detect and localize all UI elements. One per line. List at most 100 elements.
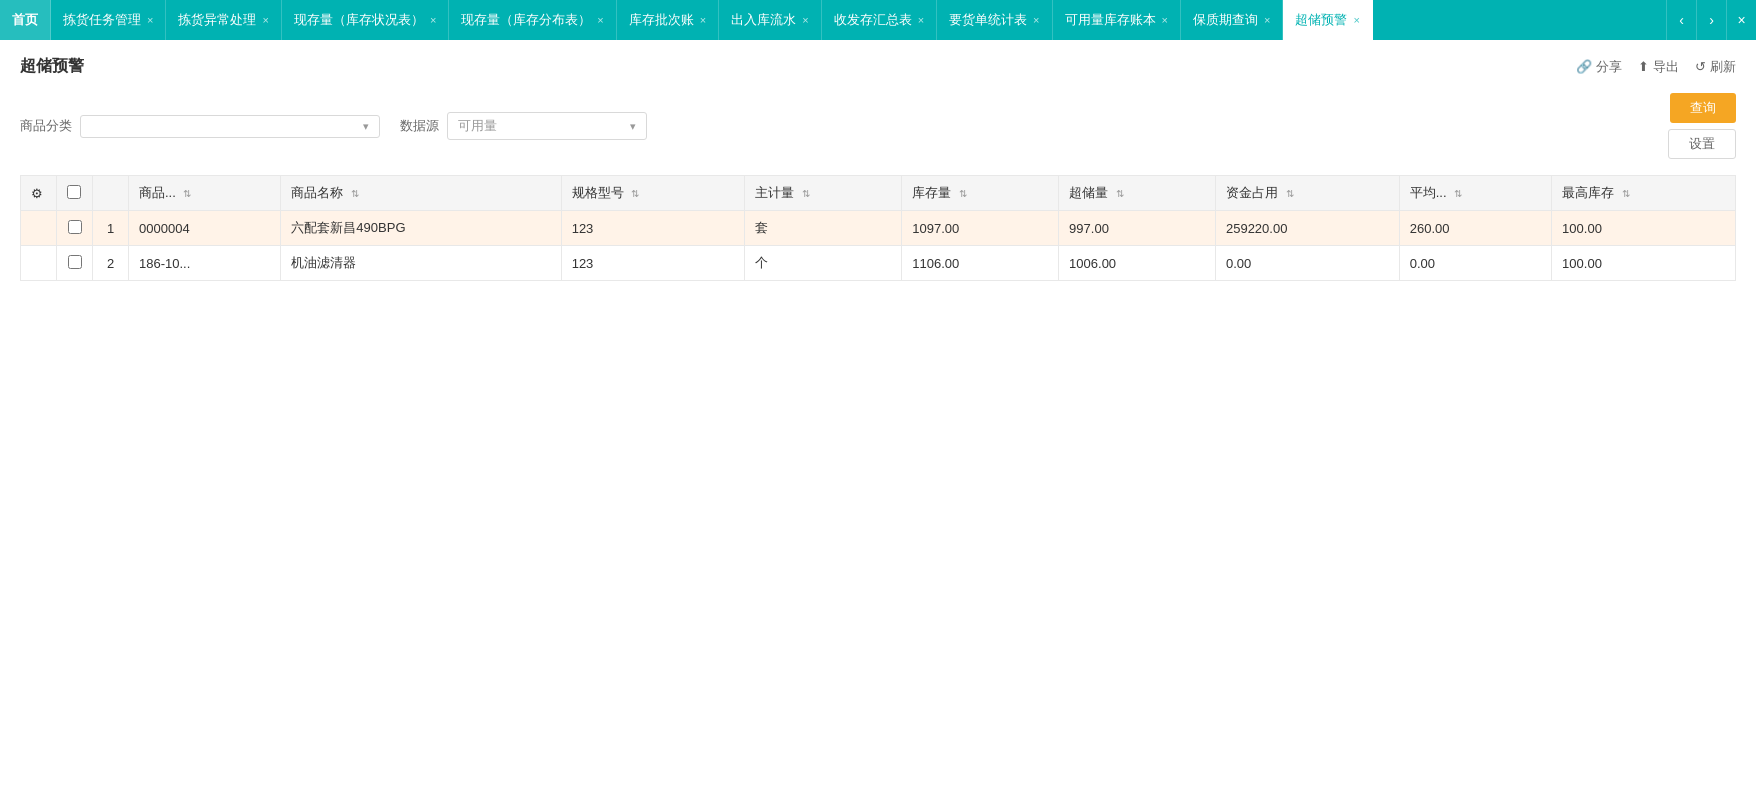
export-button[interactable]: ⬆ 导出 xyxy=(1638,58,1679,76)
filter-buttons: 查询 设置 xyxy=(1668,93,1736,159)
num-column-header xyxy=(93,176,129,211)
row-product-code: 0000004 xyxy=(129,211,281,246)
nav-tab-6[interactable]: 出入库流水 × xyxy=(719,0,821,40)
share-icon: 🔗 xyxy=(1576,59,1592,74)
datasource-select-value: 可用量 xyxy=(458,117,497,135)
nav-tab-4[interactable]: 现存量（库存分布表） × xyxy=(449,0,616,40)
row-avg: 260.00 xyxy=(1399,211,1551,246)
row-product-name: 六配套新昌490BPG xyxy=(281,211,561,246)
row-checkbox-cell[interactable] xyxy=(57,211,93,246)
page-content: 超储预警 🔗 分享 ⬆ 导出 ↺ 刷新 商品分类 ▾ 数据源 xyxy=(0,40,1756,800)
row-spec: 123 xyxy=(561,246,745,281)
row-number: 1 xyxy=(93,211,129,246)
row-checkbox[interactable] xyxy=(68,220,82,234)
sort-icon: ⇅ xyxy=(183,188,191,199)
close-icon[interactable]: × xyxy=(1033,14,1039,26)
nav-arrows: ‹ › × xyxy=(1666,0,1756,40)
close-icon[interactable]: × xyxy=(430,14,436,26)
nav-tab-active[interactable]: 超储预警 × xyxy=(1283,0,1372,40)
category-select[interactable]: ▾ xyxy=(80,115,380,138)
sort-icon: ⇅ xyxy=(351,188,359,199)
row-stock: 1106.00 xyxy=(902,246,1059,281)
nav-tab-5[interactable]: 库存批次账 × xyxy=(617,0,719,40)
datasource-select[interactable]: 可用量 ▾ xyxy=(447,112,647,140)
close-icon[interactable]: × xyxy=(597,14,603,26)
chevron-down-icon: ▾ xyxy=(630,120,636,133)
row-product-name: 机油滤清器 xyxy=(281,246,561,281)
sort-icon: ⇅ xyxy=(802,188,810,199)
datasource-filter-group: 数据源 可用量 ▾ xyxy=(400,112,647,140)
close-icon[interactable]: × xyxy=(1264,14,1270,26)
data-table: ⚙ 商品... ⇅ 商品名称 ⇅ 规格型号 ⇅ xyxy=(20,175,1736,281)
nav-tab-9[interactable]: 可用量库存账本 × xyxy=(1053,0,1181,40)
close-icon[interactable]: × xyxy=(700,14,706,26)
row-avg: 0.00 xyxy=(1399,246,1551,281)
product-code-column-header[interactable]: 商品... ⇅ xyxy=(129,176,281,211)
sort-icon: ⇅ xyxy=(1622,188,1630,199)
settings-button[interactable]: 设置 xyxy=(1668,129,1736,159)
row-stock: 1097.00 xyxy=(902,211,1059,246)
category-label: 商品分类 xyxy=(20,117,72,135)
nav-tab-10[interactable]: 保质期查询 × xyxy=(1181,0,1283,40)
row-capital: 0.00 xyxy=(1215,246,1399,281)
nav-tab-2[interactable]: 拣货异常处理 × xyxy=(166,0,281,40)
product-name-column-header[interactable]: 商品名称 ⇅ xyxy=(281,176,561,211)
sort-icon: ⇅ xyxy=(1116,188,1124,199)
row-unit: 个 xyxy=(745,246,902,281)
category-filter-group: 商品分类 ▾ xyxy=(20,115,380,138)
row-max-stock: 100.00 xyxy=(1552,211,1736,246)
share-button[interactable]: 🔗 分享 xyxy=(1576,58,1622,76)
query-button[interactable]: 查询 xyxy=(1670,93,1736,123)
chevron-down-icon: ▾ xyxy=(363,120,369,133)
sort-icon: ⇅ xyxy=(631,188,639,199)
sort-icon: ⇅ xyxy=(959,188,967,199)
sort-icon: ⇅ xyxy=(1454,188,1462,199)
close-icon[interactable]: × xyxy=(1353,14,1359,26)
table-header-row: ⚙ 商品... ⇅ 商品名称 ⇅ 规格型号 ⇅ xyxy=(21,176,1736,211)
sort-icon: ⇅ xyxy=(1286,188,1294,199)
max-stock-column-header[interactable]: 最高库存 ⇅ xyxy=(1552,176,1736,211)
close-icon[interactable]: × xyxy=(147,14,153,26)
nav-tab-7[interactable]: 收发存汇总表 × xyxy=(822,0,937,40)
nav-tab-3[interactable]: 现存量（库存状况表） × xyxy=(282,0,449,40)
nav-tab-1[interactable]: 拣货任务管理 × xyxy=(51,0,166,40)
nav-close-arrow[interactable]: × xyxy=(1726,0,1756,40)
row-overstock: 1006.00 xyxy=(1059,246,1216,281)
nav-next-arrow[interactable]: › xyxy=(1696,0,1726,40)
row-number: 2 xyxy=(93,246,129,281)
row-overstock: 997.00 xyxy=(1059,211,1216,246)
row-gear-cell xyxy=(21,246,57,281)
refresh-button[interactable]: ↺ 刷新 xyxy=(1695,58,1736,76)
refresh-icon: ↺ xyxy=(1695,59,1706,74)
row-checkbox-cell[interactable] xyxy=(57,246,93,281)
gear-column-header[interactable]: ⚙ xyxy=(21,176,57,211)
close-icon[interactable]: × xyxy=(262,14,268,26)
row-max-stock: 100.00 xyxy=(1552,246,1736,281)
page-actions: 🔗 分享 ⬆ 导出 ↺ 刷新 xyxy=(1576,58,1736,76)
select-all-checkbox[interactable] xyxy=(67,185,81,199)
nav-home[interactable]: 首页 xyxy=(0,0,51,40)
overstock-column-header[interactable]: 超储量 ⇅ xyxy=(1059,176,1216,211)
close-icon[interactable]: × xyxy=(918,14,924,26)
close-icon[interactable]: × xyxy=(802,14,808,26)
page-title: 超储预警 xyxy=(20,56,84,77)
row-checkbox[interactable] xyxy=(68,255,82,269)
table-row: 2 186-10... 机油滤清器 123 个 1106.00 1006.00 … xyxy=(21,246,1736,281)
gear-icon: ⚙ xyxy=(31,186,43,201)
row-gear-cell xyxy=(21,211,57,246)
nav-tab-8[interactable]: 要货单统计表 × xyxy=(937,0,1052,40)
avg-column-header[interactable]: 平均... ⇅ xyxy=(1399,176,1551,211)
spec-column-header[interactable]: 规格型号 ⇅ xyxy=(561,176,745,211)
filter-row: 商品分类 ▾ 数据源 可用量 ▾ 查询 设置 xyxy=(20,93,1736,159)
capital-column-header[interactable]: 资金占用 ⇅ xyxy=(1215,176,1399,211)
page-header: 超储预警 🔗 分享 ⬆ 导出 ↺ 刷新 xyxy=(20,56,1736,77)
nav-prev-arrow[interactable]: ‹ xyxy=(1666,0,1696,40)
row-unit: 套 xyxy=(745,211,902,246)
row-spec: 123 xyxy=(561,211,745,246)
unit-column-header[interactable]: 主计量 ⇅ xyxy=(745,176,902,211)
table-row: 1 0000004 六配套新昌490BPG 123 套 1097.00 997.… xyxy=(21,211,1736,246)
datasource-label: 数据源 xyxy=(400,117,439,135)
checkbox-column-header[interactable] xyxy=(57,176,93,211)
stock-column-header[interactable]: 库存量 ⇅ xyxy=(902,176,1059,211)
close-icon[interactable]: × xyxy=(1162,14,1168,26)
